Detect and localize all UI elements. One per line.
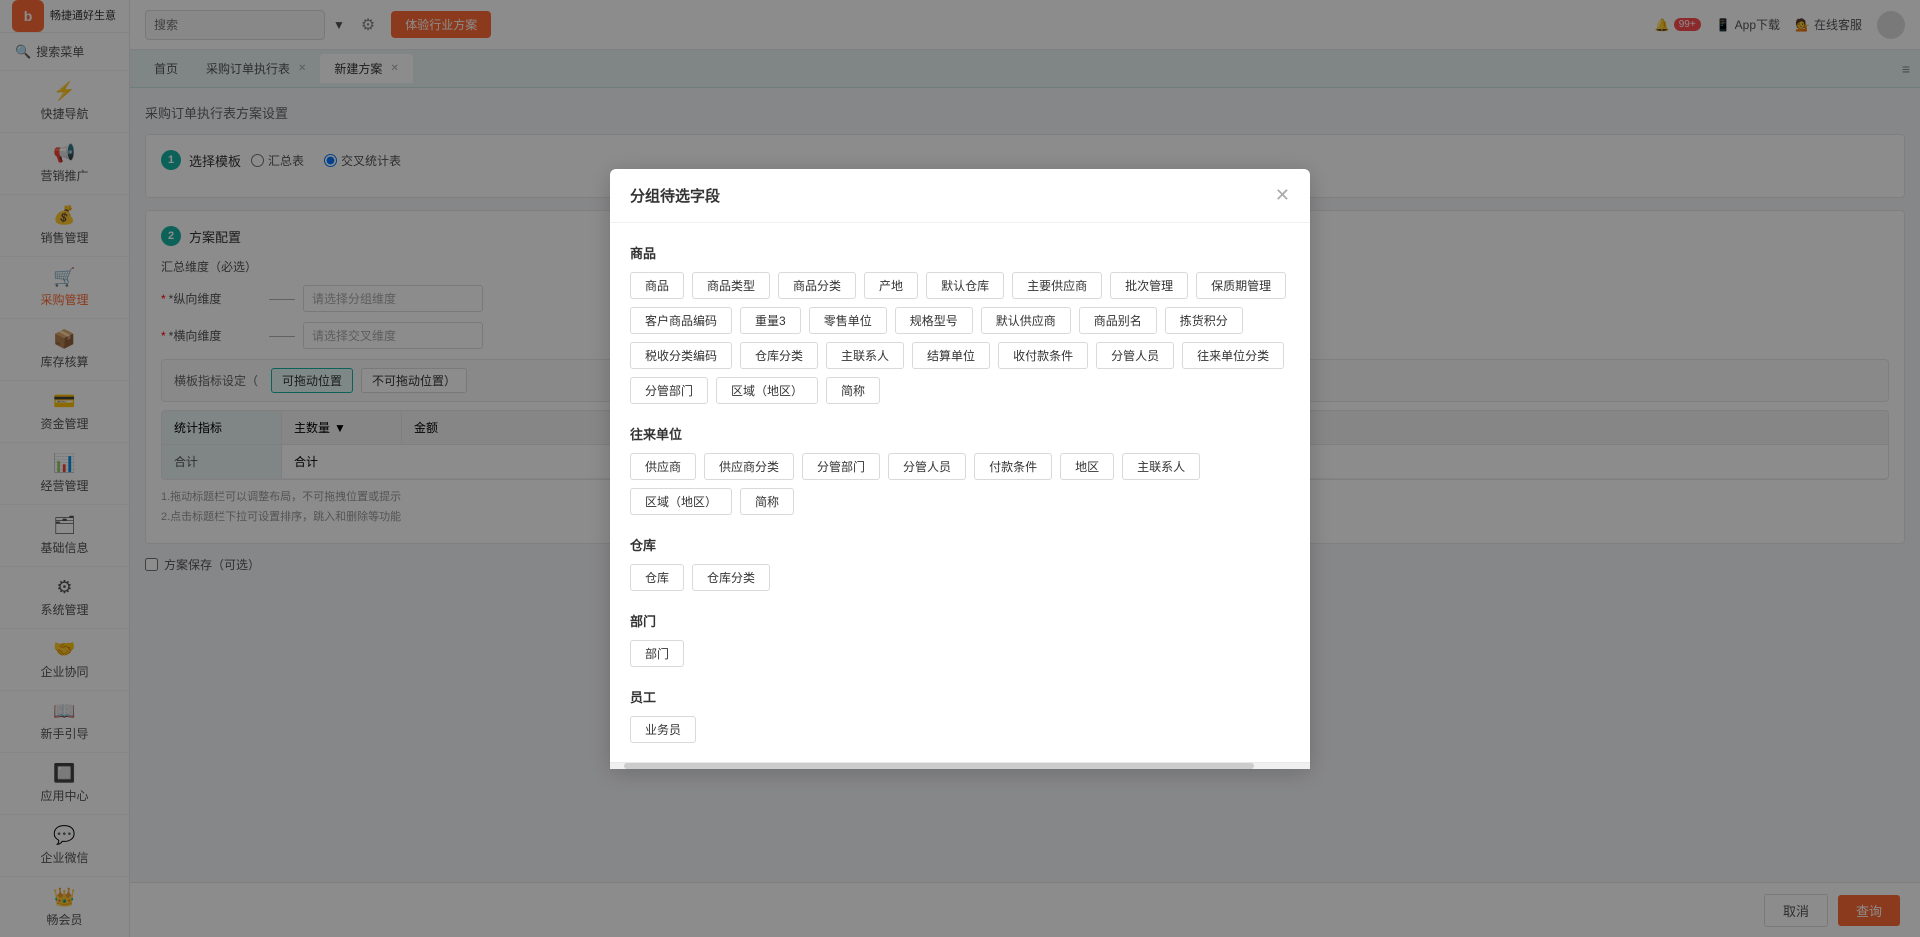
- modal-section-department: 部门部门: [630, 611, 1290, 667]
- modal-body: 商品商品商品类型商品分类产地默认仓库主要供应商批次管理保质期管理客户商品编码重量…: [610, 223, 1310, 763]
- field-tag[interactable]: 部门: [630, 640, 684, 667]
- modal-header: 分组待选字段 ✕: [610, 169, 1310, 223]
- modal-section-title-product: 商品: [630, 243, 1290, 262]
- field-tag[interactable]: 仓库分类: [692, 564, 770, 591]
- field-tag[interactable]: 区域（地区）: [630, 488, 732, 515]
- field-tag[interactable]: 区域（地区）: [716, 377, 818, 404]
- modal-title: 分组待选字段: [630, 185, 720, 206]
- field-tag[interactable]: 简称: [740, 488, 794, 515]
- field-tag[interactable]: 地区: [1060, 453, 1114, 480]
- field-tags-partner: 供应商供应商分类分管部门分管人员付款条件地区主联系人区域（地区） 简称: [630, 453, 1290, 515]
- field-tags-product: 商品商品类型商品分类产地默认仓库主要供应商批次管理保质期管理客户商品编码重量3 零…: [630, 272, 1290, 404]
- field-tag[interactable]: 供应商分类: [704, 453, 794, 480]
- field-tag[interactable]: 仓库: [630, 564, 684, 591]
- field-tag[interactable]: 保质期管理: [1196, 272, 1286, 299]
- field-tag[interactable]: 分管部门: [802, 453, 880, 480]
- field-tag[interactable]: 主要供应商: [1012, 272, 1102, 299]
- modal-overlay: 分组待选字段 ✕ 商品商品商品类型商品分类产地默认仓库主要供应商批次管理保质期管…: [0, 0, 1920, 937]
- field-tag[interactable]: 供应商: [630, 453, 696, 480]
- field-tag[interactable]: 重量3: [740, 307, 801, 334]
- modal-section-title-employee: 员工: [630, 687, 1290, 706]
- field-tag[interactable]: 客户商品编码: [630, 307, 732, 334]
- field-tag[interactable]: 商品: [630, 272, 684, 299]
- field-tag[interactable]: 产地: [864, 272, 918, 299]
- field-tag[interactable]: 批次管理: [1110, 272, 1188, 299]
- modal: 分组待选字段 ✕ 商品商品商品类型商品分类产地默认仓库主要供应商批次管理保质期管…: [610, 169, 1310, 769]
- modal-section-title-partner: 往来单位: [630, 424, 1290, 443]
- modal-scrollbar-x[interactable]: [610, 762, 1310, 769]
- modal-section-partner: 往来单位供应商供应商分类分管部门分管人员付款条件地区主联系人区域（地区） 简称: [630, 424, 1290, 515]
- field-tag[interactable]: 拣货积分: [1165, 307, 1243, 334]
- field-tag[interactable]: 默认仓库: [926, 272, 1004, 299]
- modal-section-title-department: 部门: [630, 611, 1290, 630]
- field-tag[interactable]: 收付款条件: [998, 342, 1088, 369]
- field-tag[interactable]: 税收分类编码: [630, 342, 732, 369]
- field-tag[interactable]: 付款条件: [974, 453, 1052, 480]
- field-tag[interactable]: 商品分类: [778, 272, 856, 299]
- field-tag[interactable]: 规格型号: [895, 307, 973, 334]
- field-tag[interactable]: 主联系人: [1122, 453, 1200, 480]
- field-tags-warehouse: 仓库仓库分类: [630, 564, 1290, 591]
- field-tag[interactable]: 默认供应商: [981, 307, 1071, 334]
- field-tag[interactable]: 分管部门: [630, 377, 708, 404]
- field-tag[interactable]: 商品类型: [692, 272, 770, 299]
- field-tag[interactable]: 主联系人: [826, 342, 904, 369]
- field-tag[interactable]: 分管人员: [888, 453, 966, 480]
- modal-scrollbar-thumb: [624, 763, 1254, 769]
- field-tag[interactable]: 结算单位: [912, 342, 990, 369]
- field-tag[interactable]: 商品别名: [1079, 307, 1157, 334]
- field-tag[interactable]: 仓库分类: [740, 342, 818, 369]
- modal-section-title-warehouse: 仓库: [630, 535, 1290, 554]
- field-tag[interactable]: 往来单位分类: [1182, 342, 1284, 369]
- field-tag[interactable]: 业务员: [630, 716, 696, 743]
- field-tag[interactable]: 零售单位: [809, 307, 887, 334]
- modal-section-warehouse: 仓库仓库仓库分类: [630, 535, 1290, 591]
- modal-section-product: 商品商品商品类型商品分类产地默认仓库主要供应商批次管理保质期管理客户商品编码重量…: [630, 243, 1290, 404]
- field-tags-employee: 业务员: [630, 716, 1290, 743]
- field-tag[interactable]: 简称: [826, 377, 880, 404]
- modal-section-employee: 员工业务员: [630, 687, 1290, 743]
- field-tag[interactable]: 分管人员: [1096, 342, 1174, 369]
- field-tags-department: 部门: [630, 640, 1290, 667]
- modal-close-icon[interactable]: ✕: [1275, 185, 1290, 206]
